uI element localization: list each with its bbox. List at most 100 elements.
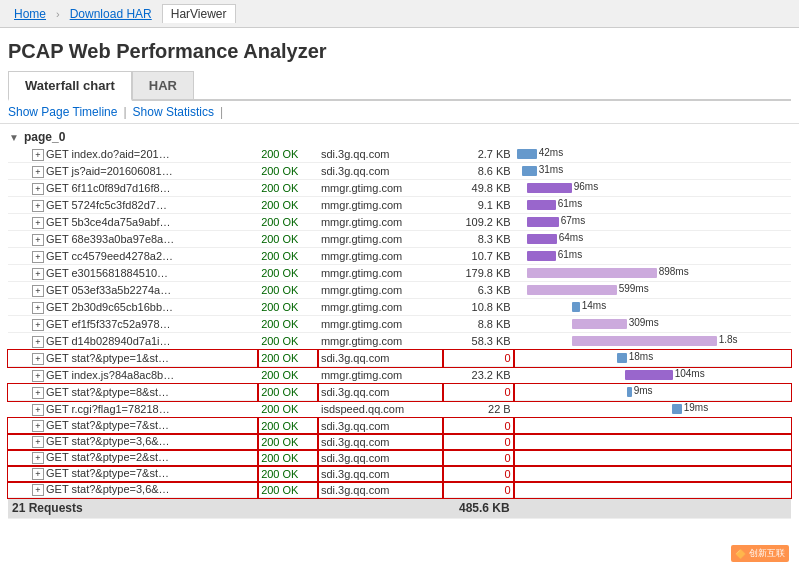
row-expand-btn[interactable]: + (32, 387, 44, 399)
request-status: 200 OK (258, 482, 318, 498)
row-expand-btn[interactable]: + (32, 468, 44, 480)
request-size: 49.8 KB (443, 180, 514, 197)
request-status: 200 OK (258, 214, 318, 231)
request-url: +GET 68e393a0ba97e8a… (8, 231, 258, 248)
table-row[interactable]: +GET index.do?aid=201…200 OKsdi.3g.qq.co… (8, 146, 791, 163)
request-url: +GET 5b3ce4da75a9abf… (8, 214, 258, 231)
table-row[interactable]: +GET stat?&ptype=1&st…200 OKsdi.3g.qq.co… (8, 350, 791, 367)
row-expand-btn[interactable]: + (32, 234, 44, 246)
request-waterfall (514, 450, 791, 466)
tab-har[interactable]: HAR (132, 71, 194, 99)
request-url: +GET stat?&ptype=3,6&… (8, 434, 258, 450)
request-url: +GET e3015681884510… (8, 265, 258, 282)
request-waterfall: 42ms (514, 146, 791, 163)
request-waterfall: 1.8s (514, 333, 791, 350)
request-size: 8.8 KB (443, 316, 514, 333)
row-expand-btn[interactable]: + (32, 149, 44, 161)
url-text: GET 6f11c0f89d7d16f8… (46, 182, 171, 194)
table-row[interactable]: +GET ef1f5f337c52a978…200 OKmmgr.gtimg.c… (8, 316, 791, 333)
request-host: mmgr.gtimg.com (318, 197, 443, 214)
waterfall-time-label: 1.8s (719, 334, 738, 345)
row-expand-btn[interactable]: + (32, 319, 44, 331)
row-expand-btn[interactable]: + (32, 370, 44, 382)
request-host: mmgr.gtimg.com (318, 265, 443, 282)
url-text: GET r.cgi?flag1=78218… (46, 403, 170, 415)
table-row[interactable]: +GET e3015681884510…200 OKmmgr.gtimg.com… (8, 265, 791, 282)
table-row[interactable]: +GET 68e393a0ba97e8a…200 OKmmgr.gtimg.co… (8, 231, 791, 248)
row-expand-btn[interactable]: + (32, 166, 44, 178)
request-size: 10.8 KB (443, 299, 514, 316)
row-expand-btn[interactable]: + (32, 251, 44, 263)
tabs-bar: Waterfall chart HAR (8, 71, 791, 101)
request-waterfall: 898ms (514, 265, 791, 282)
request-host: mmgr.gtimg.com (318, 248, 443, 265)
table-row[interactable]: +GET r.cgi?flag1=78218…200 OKisdspeed.qq… (8, 401, 791, 418)
page-expand-icon[interactable]: ▼ (8, 131, 20, 143)
toolbar-sep-1: | (123, 105, 126, 119)
request-url: +GET index.do?aid=201… (8, 146, 258, 163)
row-expand-btn[interactable]: + (32, 404, 44, 416)
url-text: GET e3015681884510… (46, 267, 168, 279)
table-row[interactable]: +GET index.js?84a8ac8b…200 OKmmgr.gtimg.… (8, 367, 791, 384)
url-text: GET 2b30d9c65cb16bb… (46, 301, 173, 313)
show-page-timeline-link[interactable]: Show Page Timeline (8, 105, 117, 119)
url-text: GET index.js?84a8ac8b… (46, 369, 174, 381)
waterfall-time-label: 67ms (561, 215, 585, 226)
request-status: 200 OK (258, 401, 318, 418)
tab-waterfall[interactable]: Waterfall chart (8, 71, 132, 101)
request-host: sdi.3g.qq.com (318, 350, 443, 367)
row-expand-btn[interactable]: + (32, 285, 44, 297)
request-host: mmgr.gtimg.com (318, 316, 443, 333)
row-expand-btn[interactable]: + (32, 484, 44, 496)
nav-download[interactable]: Download HAR (64, 5, 158, 23)
waterfall-time-label: 9ms (634, 385, 653, 396)
url-text: GET stat?&ptype=8&st… (46, 386, 169, 398)
request-url: +GET 053ef33a5b2274a… (8, 282, 258, 299)
table-row[interactable]: +GET stat?&ptype=7&st…200 OKsdi.3g.qq.co… (8, 418, 791, 434)
table-row[interactable]: +GET js?aid=201606081…200 OKsdi.3g.qq.co… (8, 163, 791, 180)
url-text: GET cc4579eed4278a2… (46, 250, 173, 262)
row-expand-btn[interactable]: + (32, 183, 44, 195)
row-expand-btn[interactable]: + (32, 353, 44, 365)
row-expand-btn[interactable]: + (32, 268, 44, 280)
request-host: mmgr.gtimg.com (318, 214, 443, 231)
row-expand-btn[interactable]: + (32, 452, 44, 464)
request-size: 179.8 KB (443, 265, 514, 282)
request-size: 10.7 KB (443, 248, 514, 265)
table-row[interactable]: +GET 6f11c0f89d7d16f8…200 OKmmgr.gtimg.c… (8, 180, 791, 197)
table-row[interactable]: +GET stat?&ptype=2&st…200 OKsdi.3g.qq.co… (8, 450, 791, 466)
table-row[interactable]: +GET stat?&ptype=8&st…200 OKsdi.3g.qq.co… (8, 384, 791, 401)
request-host: sdi.3g.qq.com (318, 146, 443, 163)
request-url: +GET stat?&ptype=7&st… (8, 466, 258, 482)
row-expand-btn[interactable]: + (32, 217, 44, 229)
url-text: GET ef1f5f337c52a978… (46, 318, 171, 330)
table-row[interactable]: +GET cc4579eed4278a2…200 OKmmgr.gtimg.co… (8, 248, 791, 265)
request-waterfall: 64ms (514, 231, 791, 248)
row-expand-btn[interactable]: + (32, 302, 44, 314)
request-waterfall (514, 466, 791, 482)
show-statistics-link[interactable]: Show Statistics (133, 105, 214, 119)
request-status: 200 OK (258, 265, 318, 282)
row-expand-btn[interactable]: + (32, 436, 44, 448)
request-waterfall (514, 482, 791, 498)
request-tree: ▼ page_0 +GET index.do?aid=201…200 OKsdi… (8, 128, 791, 519)
table-row[interactable]: +GET stat?&ptype=3,6&…200 OKsdi.3g.qq.co… (8, 482, 791, 498)
row-expand-btn[interactable]: + (32, 420, 44, 432)
request-url: +GET index.js?84a8ac8b… (8, 367, 258, 384)
row-expand-btn[interactable]: + (32, 336, 44, 348)
table-row[interactable]: +GET 5724fc5c3fd82d7…200 OKmmgr.gtimg.co… (8, 197, 791, 214)
row-expand-btn[interactable]: + (32, 200, 44, 212)
request-size: 0 (443, 466, 514, 482)
request-host: sdi.3g.qq.com (318, 418, 443, 434)
url-text: GET stat?&ptype=7&st… (46, 419, 169, 431)
table-row[interactable]: +GET d14b028940d7a1i…200 OKmmgr.gtimg.co… (8, 333, 791, 350)
url-text: GET 5724fc5c3fd82d7… (46, 199, 167, 211)
nav-current: HarViewer (162, 4, 236, 23)
table-row[interactable]: +GET 2b30d9c65cb16bb…200 OKmmgr.gtimg.co… (8, 299, 791, 316)
table-row[interactable]: +GET 5b3ce4da75a9abf…200 OKmmgr.gtimg.co… (8, 214, 791, 231)
table-row[interactable]: +GET 053ef33a5b2274a…200 OKmmgr.gtimg.co… (8, 282, 791, 299)
table-row[interactable]: +GET stat?&ptype=7&st…200 OKsdi.3g.qq.co… (8, 466, 791, 482)
nav-home[interactable]: Home (8, 5, 52, 23)
request-url: +GET d14b028940d7a1i… (8, 333, 258, 350)
table-row[interactable]: +GET stat?&ptype=3,6&…200 OKsdi.3g.qq.co… (8, 434, 791, 450)
